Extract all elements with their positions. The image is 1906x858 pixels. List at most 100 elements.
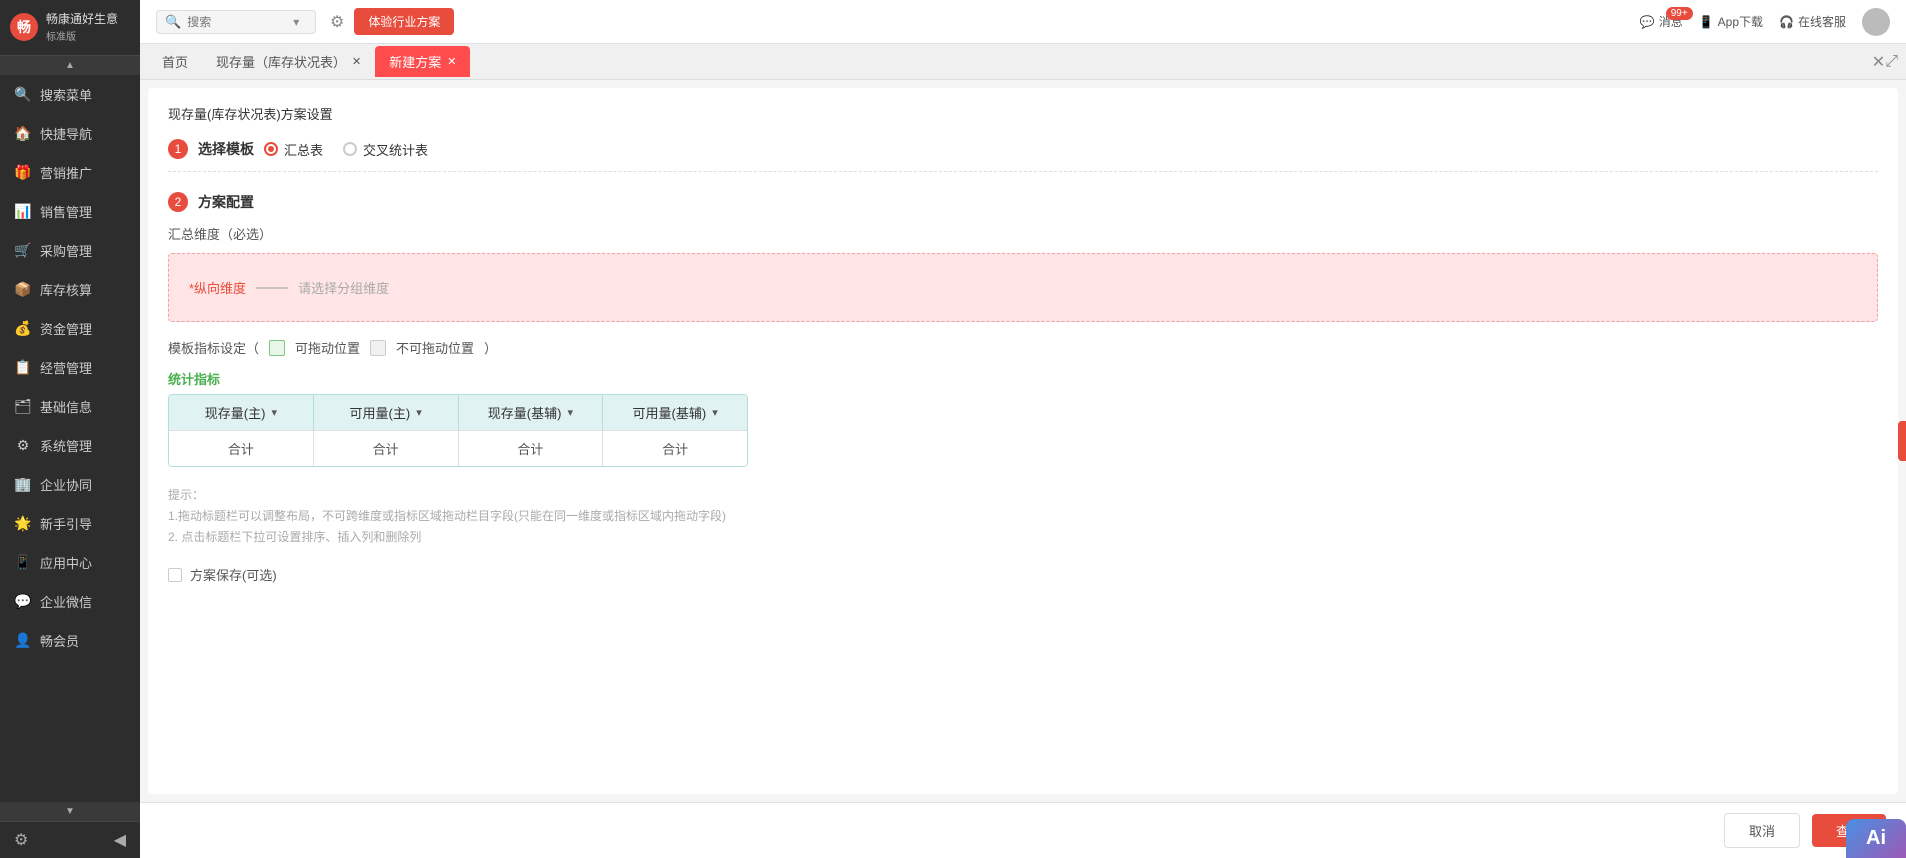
trial-button[interactable]: 体验行业方案: [354, 8, 454, 35]
radio-cross[interactable]: 交叉统计表: [343, 140, 428, 159]
sidebar-scroll-up[interactable]: ▲: [0, 56, 140, 75]
message-icon: 💬: [1640, 15, 1655, 29]
page-title: 现存量(库存状况表)方案设置: [168, 104, 1878, 123]
radio-cross-label: 交叉统计表: [363, 140, 428, 159]
step2-num: 2: [168, 192, 188, 212]
sidebar-item-inventory[interactable]: 📦 库存核算: [0, 270, 140, 309]
sidebar-icon-operation: 📋: [14, 358, 32, 376]
message-action[interactable]: 💬 消息 99+: [1640, 13, 1683, 30]
sidebar-label-operation: 经营管理: [40, 358, 92, 377]
tabs-bar: 首页 现存量（库存状况表） ✕ 新建方案 ✕ ✕ ⤢: [140, 44, 1906, 80]
sidebar-item-marketing[interactable]: 🎁 营销推广: [0, 153, 140, 192]
sidebar-label-inventory: 库存核算: [40, 280, 92, 299]
sidebar-item-search-menu[interactable]: 🔍 搜索菜单: [0, 75, 140, 114]
app-name: 畅康通好生意: [46, 12, 118, 28]
col-dropdown-icon[interactable]: ▾: [567, 406, 573, 419]
stats-header-col1[interactable]: 现存量(主) ▾: [169, 395, 314, 430]
stats-cell-0: 合计: [169, 431, 314, 466]
save-checkbox[interactable]: [168, 568, 182, 582]
sidebar-item-member[interactable]: 👤 畅会员: [0, 621, 140, 660]
col-dropdown-icon[interactable]: ▾: [271, 406, 277, 419]
step1-label: 选择模板: [198, 139, 254, 159]
tab-new-scheme[interactable]: 新建方案 ✕: [375, 46, 470, 77]
sidebar-label-enterprise: 企业协同: [40, 475, 92, 494]
stats-header-col4[interactable]: 可用量(基辅) ▾: [603, 395, 747, 430]
stats-header-col3[interactable]: 现存量(基辅) ▾: [459, 395, 604, 430]
step1-block: 1 选择模板 汇总表 交叉统计表: [168, 139, 1878, 172]
sidebar-scroll-down[interactable]: ▼: [0, 802, 140, 821]
stats-header-col2[interactable]: 可用量(主) ▾: [314, 395, 459, 430]
sidebar-item-operation[interactable]: 📋 经营管理: [0, 348, 140, 387]
step2-label: 方案配置: [198, 192, 254, 212]
tips-section: 提示： 1.拖动标题栏可以调整布局，不可跨维度或指标区域拖动栏目字段(只能在同一…: [168, 486, 1878, 545]
template-radio-group: 汇总表 交叉统计表: [264, 140, 428, 159]
sidebar-item-app-center[interactable]: 📱 应用中心: [0, 543, 140, 582]
sidebar-icon-marketing: 🎁: [14, 163, 32, 181]
step1-header: 1 选择模板 汇总表 交叉统计表: [168, 139, 1878, 159]
sidebar-item-newbie[interactable]: 🌟 新手引导: [0, 504, 140, 543]
stats-table-row: 合计合计合计合计: [169, 430, 747, 466]
tab-new-scheme-close[interactable]: ✕: [447, 55, 456, 68]
stats-col-name-col1: 现存量(主): [205, 403, 266, 422]
sidebar-icon-member: 👤: [14, 631, 32, 649]
dimension-required-label: *纵向维度: [189, 278, 246, 297]
search-input[interactable]: [187, 15, 287, 29]
step1-divider: [168, 171, 1878, 172]
col-dropdown-icon[interactable]: ▾: [712, 406, 718, 419]
col-dropdown-icon[interactable]: ▾: [416, 406, 422, 419]
cancel-button[interactable]: 取消: [1724, 813, 1800, 848]
collapse-icon[interactable]: ◀: [114, 830, 126, 850]
draggable-badge: [269, 340, 285, 356]
radio-summary[interactable]: 汇总表: [264, 140, 323, 159]
sidebar-item-wechat[interactable]: 💬 企业微信: [0, 582, 140, 621]
sidebar-logo: 畅 畅康通好生意 标准版: [0, 0, 140, 56]
sidebar-icon-purchase: 🛒: [14, 241, 32, 259]
tip1: 1.拖动标题栏可以调整布局，不可跨维度或指标区域拖动栏目字段(只能在同一维度或指…: [168, 507, 1878, 524]
tab-new-scheme-label: 新建方案: [389, 52, 441, 71]
search-icon: 🔍: [165, 14, 181, 30]
sidebar-icon-inventory: 📦: [14, 280, 32, 298]
sidebar-item-sales[interactable]: 📊 销售管理: [0, 192, 140, 231]
stats-table-header: 现存量(主) ▾可用量(主) ▾现存量(基辅) ▾可用量(基辅) ▾: [169, 395, 747, 430]
sidebar-label-app-center: 应用中心: [40, 553, 92, 572]
tab-home[interactable]: 首页: [148, 46, 202, 77]
step2-block: 2 方案配置 汇总维度（必选） *纵向维度 —— 请选择分组维度 模板指标设定（…: [168, 192, 1878, 545]
sidebar-item-quick-nav[interactable]: 🏠 快捷导航: [0, 114, 140, 153]
step1-num: 1: [168, 139, 188, 159]
sidebar-icon-search-menu: 🔍: [14, 85, 32, 103]
radio-summary-label: 汇总表: [284, 140, 323, 159]
sidebar-item-finance[interactable]: 💰 资金管理: [0, 309, 140, 348]
panel-expand-icon[interactable]: ⤢: [1885, 53, 1898, 71]
dimension-box[interactable]: *纵向维度 —— 请选择分组维度: [168, 253, 1878, 322]
stats-cell-2: 合计: [459, 431, 604, 466]
ai-button[interactable]: Ai: [1846, 819, 1906, 858]
app-download-action[interactable]: 📱 App下载: [1699, 13, 1763, 30]
sidebar-item-system[interactable]: ⚙ 系统管理: [0, 426, 140, 465]
action-bar: 取消 查询: [140, 802, 1906, 858]
search-dropdown-icon[interactable]: ▾: [293, 15, 299, 29]
sidebar-label-finance: 资金管理: [40, 319, 92, 338]
stats-col-name-col3: 现存量(基辅): [488, 403, 562, 422]
app-download-label: App下载: [1718, 13, 1763, 30]
topbar: 🔍 ▾ ⚙ 体验行业方案 💬 消息 99+ 📱 App下载 🎧 在线客服: [140, 0, 1906, 44]
topbar-actions: 💬 消息 99+ 📱 App下载 🎧 在线客服: [1640, 8, 1890, 36]
tab-inventory-close[interactable]: ✕: [352, 55, 361, 68]
sidebar-nav: 🔍 搜索菜单 🏠 快捷导航 🎁 营销推广 📊 销售管理 🛒 采购管理 📦 库存核…: [0, 75, 140, 802]
sidebar-label-basic-info: 基础信息: [40, 397, 92, 416]
stats-col-name-col2: 可用量(主): [350, 403, 411, 422]
user-avatar[interactable]: [1862, 8, 1890, 36]
online-service-action[interactable]: 🎧 在线客服: [1779, 13, 1846, 30]
dimension-placeholder: 请选择分组维度: [298, 278, 389, 297]
main-content: 现存量(库存状况表)方案设置 1 选择模板 汇总表 交叉统计表: [140, 80, 1906, 802]
indicator-setting-prefix: 模板指标设定（: [168, 338, 259, 357]
scroll-handle[interactable]: [1898, 421, 1906, 461]
tip2: 2. 点击标题栏下拉可设置排序、插入列和删除列: [168, 528, 1878, 545]
sidebar-item-basic-info[interactable]: 🗂 基础信息: [0, 387, 140, 426]
sidebar-item-enterprise[interactable]: 🏢 企业协同: [0, 465, 140, 504]
panel-close-icon[interactable]: ✕: [1872, 52, 1885, 72]
sidebar-item-purchase[interactable]: 🛒 采购管理: [0, 231, 140, 270]
gear-icon[interactable]: ⚙: [330, 12, 344, 32]
tab-inventory-status[interactable]: 现存量（库存状况表） ✕: [202, 46, 375, 77]
settings-icon[interactable]: ⚙: [14, 830, 28, 850]
search-box[interactable]: 🔍 ▾: [156, 10, 316, 34]
